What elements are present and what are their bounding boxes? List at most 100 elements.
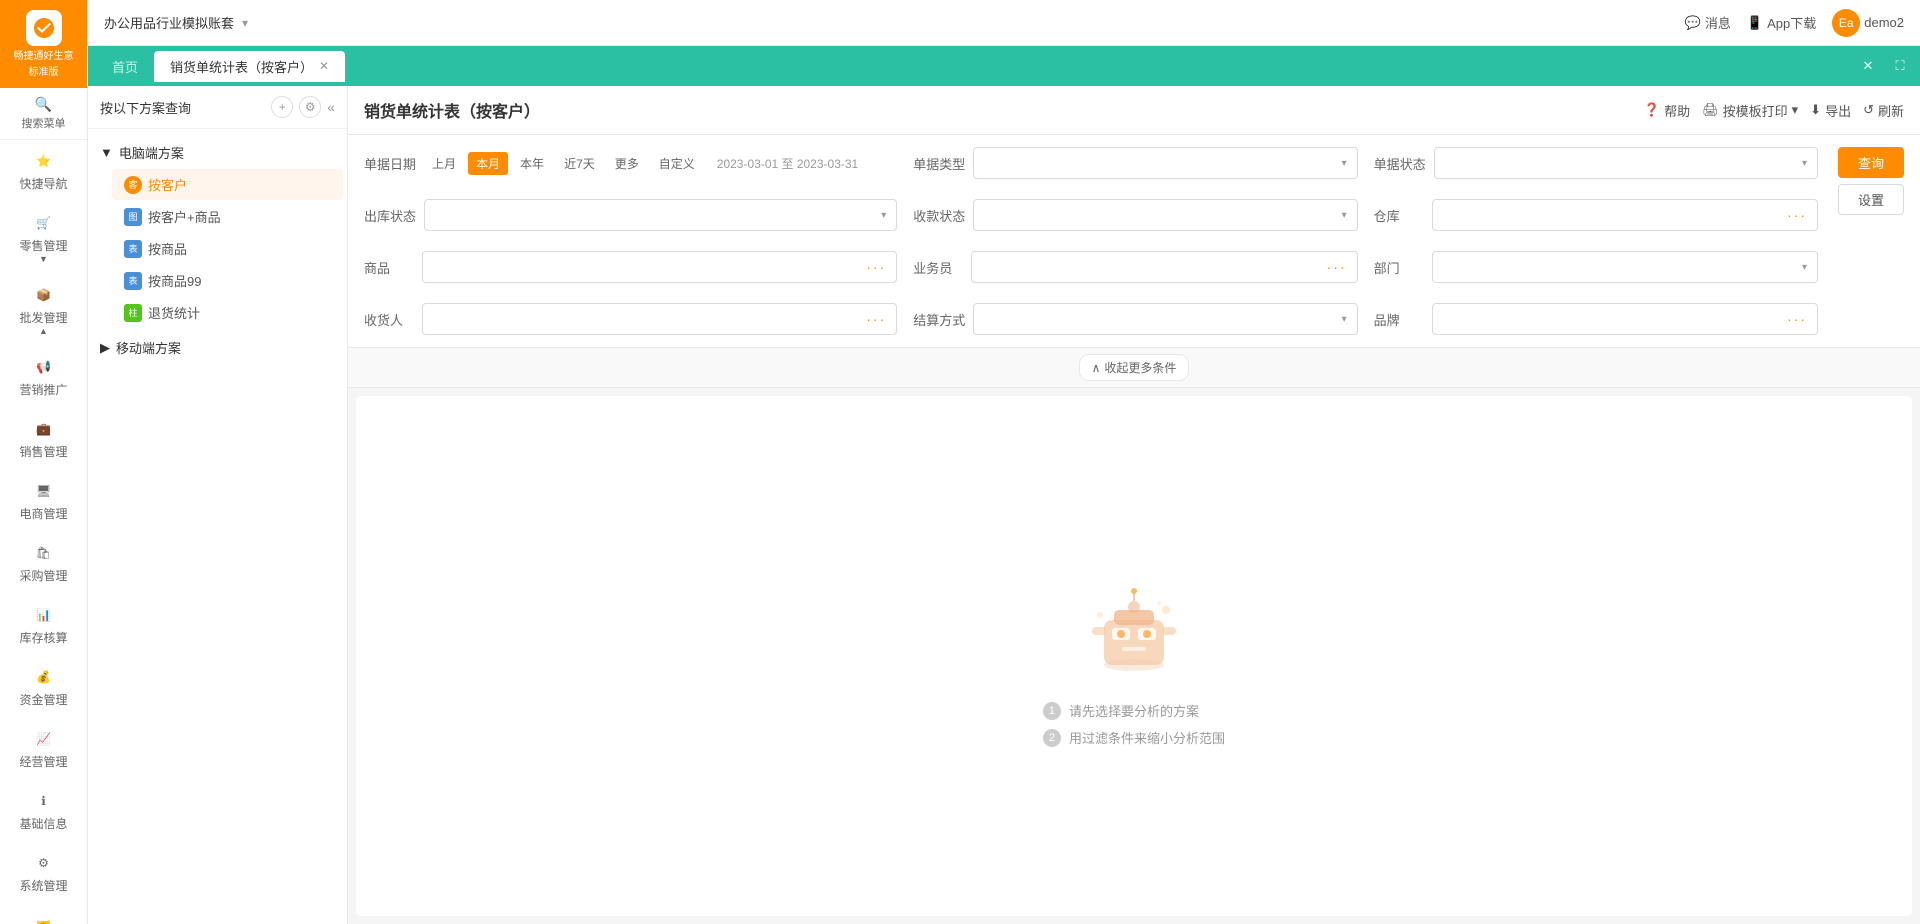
settings-btn[interactable]: 设置 — [1838, 184, 1904, 215]
scheme-item-by-customer-product[interactable]: 图 按客户+商品 — [112, 201, 343, 232]
brand-dots-icon: ··· — [1787, 311, 1807, 327]
sales-label: 销售管理 — [19, 443, 67, 460]
print-btn[interactable]: 🖨 按模板打印 ▾ — [1702, 101, 1798, 120]
sidebar-item-inventory[interactable]: 📊 库存核算 — [0, 594, 87, 656]
page-title: 销货单统计表（按客户） — [364, 98, 540, 122]
return-stat-label: 退货统计 — [148, 303, 200, 322]
date-tab-custom[interactable]: 自定义 — [651, 152, 703, 175]
hint-text-2: 用过滤条件来缩小分析范围 — [1069, 728, 1225, 747]
sidebar-item-finance[interactable]: 💰 资金管理 — [0, 656, 87, 718]
filter-settlement: 结算方式 ▾ — [913, 303, 1357, 335]
header-right: 💬 消息 📱 App下载 Ea demo2 — [1685, 9, 1904, 37]
wholesale-label: 批发管理 — [19, 309, 67, 326]
brand-select[interactable]: ··· — [1432, 303, 1818, 335]
warehouse-select[interactable]: ··· — [1432, 199, 1818, 231]
industry-dropdown-btn[interactable]: ▾ — [242, 16, 248, 30]
product-select[interactable]: ··· — [422, 251, 897, 283]
sidebar-item-marketing[interactable]: 📢 营销推广 — [0, 346, 87, 408]
sidebar-item-wholesale[interactable]: 📦 批发管理 ▲ — [0, 274, 87, 346]
collapse-more-btn[interactable]: ∧ 收起更多条件 — [1079, 354, 1190, 381]
filter-date: 单据日期 上月 本月 本年 近7天 更多 自定义 — [364, 152, 897, 175]
collapse-icon: « — [327, 99, 335, 115]
scheme-settings-btn[interactable]: ⚙ — [299, 96, 321, 118]
settlement-label: 结算方式 — [913, 310, 965, 329]
scheme-item-by-product[interactable]: 表 按商品 — [112, 233, 343, 264]
salesperson-dots-icon: ··· — [1327, 259, 1347, 275]
refresh-btn[interactable]: ↺ 刷新 — [1863, 101, 1904, 120]
by-customer-product-label: 按客户+商品 — [148, 207, 221, 226]
sidebar-item-basic[interactable]: ℹ 基础信息 — [0, 780, 87, 842]
settlement-select[interactable]: ▾ — [973, 303, 1357, 335]
sidebar-item-ecommerce[interactable]: 🖥 电商管理 — [0, 470, 87, 532]
sidebar-item-operations[interactable]: 📈 经营管理 — [0, 718, 87, 780]
filter-row-1: 单据日期 上月 本月 本年 近7天 更多 自定义 — [364, 147, 1818, 179]
message-icon: 💬 — [1685, 15, 1701, 31]
header-left: 办公用品行业模拟账套 ▾ — [104, 13, 248, 32]
filter-order-type: 单据类型 ▾ — [913, 147, 1357, 179]
inventory-icon: 📊 — [33, 604, 55, 626]
by-product-99-icon: 表 — [124, 272, 142, 290]
order-type-select[interactable]: ▾ — [973, 147, 1357, 179]
date-tab-this-year[interactable]: 本年 — [512, 152, 552, 175]
product-dots-icon: ··· — [866, 259, 886, 275]
query-btns: 查询 设置 — [1838, 147, 1904, 215]
receiver-label: 收货人 — [364, 310, 414, 329]
export-icon: ⬇ — [1810, 102, 1821, 118]
empty-state: 1 请先选择要分析的方案 2 用过滤条件来缩小分析范围 — [356, 396, 1912, 916]
user-profile-btn[interactable]: Ea demo2 — [1832, 9, 1904, 37]
tab-maximize-btn[interactable]: ⛶ — [1888, 54, 1912, 78]
help-icon: ❓ — [1644, 102, 1660, 118]
sidebar-item-enterprise[interactable]: 🤝 企业协同 — [0, 904, 87, 924]
scheme-group-mobile-toggle[interactable]: ▶ 移动端方案 — [88, 332, 347, 363]
salesperson-select[interactable]: ··· — [971, 251, 1357, 283]
empty-hint-2: 2 用过滤条件来缩小分析范围 — [1043, 728, 1225, 747]
order-state-select[interactable]: ▾ — [1434, 147, 1818, 179]
retail-label: 零售管理 — [19, 237, 67, 254]
scheme-collapse-btn[interactable]: « — [327, 99, 335, 115]
date-tab-last-month[interactable]: 上月 — [424, 152, 464, 175]
industry-title: 办公用品行业模拟账套 — [104, 13, 234, 32]
empty-illustration — [1074, 565, 1194, 685]
sidebar-item-system[interactable]: ⚙ 系统管理 — [0, 842, 87, 904]
scheme-item-return-stat[interactable]: 柱 退货统计 — [112, 297, 343, 328]
scheme-group-mobile: ▶ 移动端方案 — [88, 332, 347, 363]
tab-close-all-btn[interactable]: ✕ — [1856, 54, 1880, 78]
scheme-group-desktop-toggle[interactable]: ▼ 电脑端方案 — [88, 137, 347, 168]
out-state-select[interactable]: ▾ — [424, 199, 897, 231]
scheme-item-by-customer[interactable]: 客 按客户 — [112, 169, 343, 200]
receiver-select[interactable]: ··· — [422, 303, 897, 335]
department-select[interactable]: ▾ — [1432, 251, 1818, 283]
order-state-arrow-icon: ▾ — [1802, 158, 1807, 169]
date-tab-7days[interactable]: 近7天 — [556, 152, 603, 175]
by-product-label: 按商品 — [148, 239, 187, 258]
sidebar-item-quick-nav[interactable]: ⭐ 快捷导航 — [0, 140, 87, 202]
collection-state-select[interactable]: ▾ — [973, 199, 1357, 231]
filter-warehouse: 仓库 ··· — [1374, 199, 1818, 231]
sidebar-item-purchase[interactable]: 🛍 采购管理 — [0, 532, 87, 594]
tab-sales-stat[interactable]: 销货单统计表（按客户） ✕ — [154, 51, 345, 82]
finance-label: 资金管理 — [19, 691, 67, 708]
logo-icon — [26, 10, 62, 46]
app-download-btn[interactable]: 📱 App下载 — [1747, 13, 1816, 32]
department-label: 部门 — [1374, 258, 1424, 277]
sidebar-item-retail[interactable]: 🛒 零售管理 ▼ — [0, 202, 87, 274]
out-state-arrow-icon: ▾ — [881, 210, 886, 221]
help-btn[interactable]: ❓ 帮助 — [1644, 101, 1690, 120]
settlement-arrow-icon: ▾ — [1342, 314, 1347, 325]
scheme-item-by-product-99[interactable]: 表 按商品99 — [112, 265, 343, 296]
sidebar-item-search[interactable]: 🔍 搜索菜单 — [0, 88, 87, 140]
message-btn[interactable]: 💬 消息 — [1685, 13, 1731, 32]
brand-label: 品牌 — [1374, 310, 1424, 329]
sidebar-item-sales[interactable]: 💼 销售管理 — [0, 408, 87, 470]
order-state-label: 单据状态 — [1374, 154, 1426, 173]
query-btn[interactable]: 查询 — [1838, 147, 1904, 178]
export-btn[interactable]: ⬇ 导出 — [1810, 101, 1851, 120]
date-tab-this-month[interactable]: 本月 — [468, 152, 508, 175]
quick-nav-label: 快捷导航 — [19, 175, 67, 192]
date-tab-more[interactable]: 更多 — [607, 152, 647, 175]
by-customer-icon: 客 — [124, 176, 142, 194]
basic-label: 基础信息 — [19, 815, 67, 832]
tab-close-btn[interactable]: ✕ — [319, 60, 329, 72]
tab-home[interactable]: 首页 — [96, 51, 154, 82]
scheme-add-btn[interactable]: + — [271, 96, 293, 118]
